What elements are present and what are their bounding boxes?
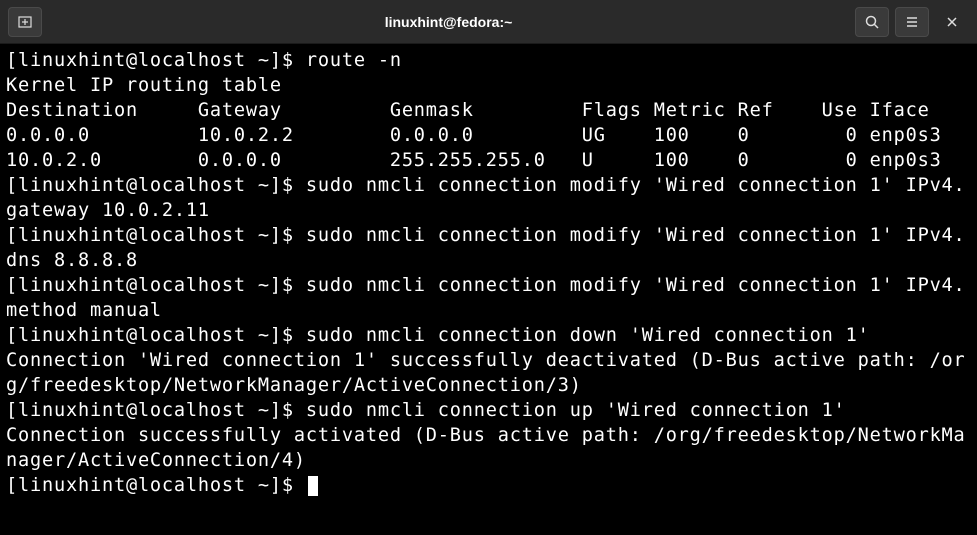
terminal-line: 0.0.0.0 10.0.2.2 0.0.0.0 UG 100 0 0 enp0… <box>6 125 942 146</box>
terminal-line: Connection successfully activated (D-Bus… <box>6 425 966 446</box>
terminal-line: [linuxhint@localhost ~]$ sudo nmcli conn… <box>6 325 870 346</box>
new-tab-icon <box>17 14 33 30</box>
terminal-line: g/freedesktop/NetworkManager/ActiveConne… <box>6 375 582 396</box>
terminal-line: method manual <box>6 300 162 321</box>
terminal-output[interactable]: [linuxhint@localhost ~]$ route -n Kernel… <box>0 44 977 502</box>
terminal-line: [linuxhint@localhost ~]$ sudo nmcli conn… <box>6 225 966 246</box>
terminal-line: [linuxhint@localhost ~]$ sudo nmcli conn… <box>6 400 846 421</box>
terminal-cursor <box>308 476 318 496</box>
window-title: linuxhint@fedora:~ <box>42 14 855 30</box>
terminal-line: gateway 10.0.2.11 <box>6 200 210 221</box>
close-icon <box>946 16 958 28</box>
window-titlebar: linuxhint@fedora:~ <box>0 0 977 44</box>
terminal-line: [linuxhint@localhost ~]$ sudo nmcli conn… <box>6 175 966 196</box>
terminal-line: [linuxhint@localhost ~]$ route -n <box>6 50 402 71</box>
terminal-line: Destination Gateway Genmask Flags Metric… <box>6 100 930 121</box>
search-icon <box>864 14 880 30</box>
terminal-line: dns 8.8.8.8 <box>6 250 138 271</box>
terminal-line: Kernel IP routing table <box>6 75 282 96</box>
terminal-line: [linuxhint@localhost ~]$ sudo nmcli conn… <box>6 275 966 296</box>
terminal-line: Connection 'Wired connection 1' successf… <box>6 350 966 371</box>
terminal-prompt: [linuxhint@localhost ~]$ <box>6 475 306 496</box>
menu-button[interactable] <box>895 7 929 37</box>
hamburger-icon <box>904 14 920 30</box>
terminal-line: 10.0.2.0 0.0.0.0 255.255.255.0 U 100 0 0… <box>6 150 942 171</box>
terminal-line: nager/ActiveConnection/4) <box>6 450 306 471</box>
close-button[interactable] <box>935 7 969 37</box>
new-tab-button[interactable] <box>8 7 42 37</box>
search-button[interactable] <box>855 7 889 37</box>
